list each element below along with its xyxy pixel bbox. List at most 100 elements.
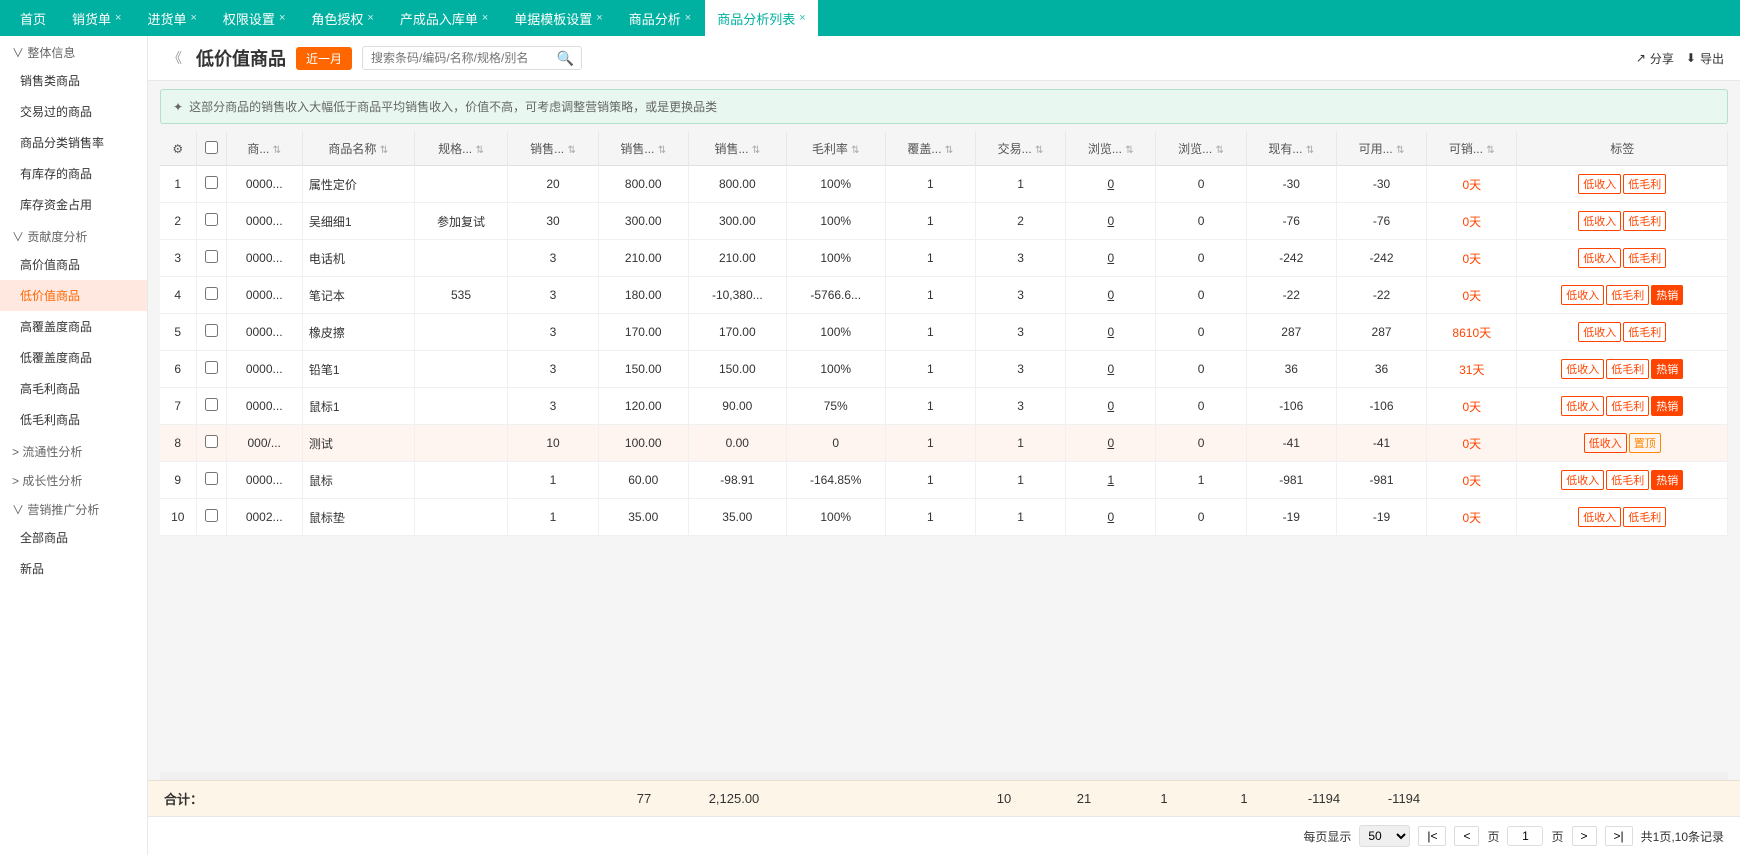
- sidebar-group-circulation[interactable]: > 流通性分析: [0, 435, 147, 464]
- sidebar-item-all-goods[interactable]: 全部商品: [0, 522, 147, 553]
- row-checkbox[interactable]: [196, 462, 226, 499]
- row-name[interactable]: 铅笔1: [302, 351, 414, 388]
- row-col11[interactable]: 0: [1066, 388, 1156, 425]
- col-settings[interactable]: ⚙: [160, 132, 196, 166]
- nav-template-setting[interactable]: 单据模板设置 ×: [502, 0, 614, 36]
- row-select-checkbox[interactable]: [205, 435, 218, 448]
- row-select-checkbox[interactable]: [205, 176, 218, 189]
- row-name[interactable]: 笔记本: [302, 277, 414, 314]
- next-page-btn[interactable]: >: [1572, 826, 1597, 846]
- sidebar-item-traded-goods[interactable]: 交易过的商品: [0, 96, 147, 127]
- nav-product-analysis-list[interactable]: 商品分析列表 ×: [705, 0, 817, 36]
- row-select-checkbox[interactable]: [205, 509, 218, 522]
- data-table-wrapper[interactable]: ⚙ 商... ⇅ 商品名称 ⇅ 规格... ⇅ 销售... ⇅ 销售... ⇅ …: [148, 132, 1740, 772]
- row-select-checkbox[interactable]: [205, 361, 218, 374]
- nav-purchase-order[interactable]: 进货单 ×: [135, 0, 208, 36]
- row-checkbox[interactable]: [196, 166, 226, 203]
- row-select-checkbox[interactable]: [205, 324, 218, 337]
- sidebar-item-high-margin[interactable]: 高毛利商品: [0, 373, 147, 404]
- close-icon[interactable]: ×: [482, 12, 488, 24]
- col-spec-header[interactable]: 规格... ⇅: [414, 132, 508, 166]
- row-name[interactable]: 鼠标: [302, 462, 414, 499]
- row-name[interactable]: 测试: [302, 425, 414, 462]
- sidebar-group-marketing[interactable]: ∨ 营销推广分析: [0, 493, 147, 522]
- col-view1-header[interactable]: 浏览... ⇅: [1066, 132, 1156, 166]
- last-page-btn[interactable]: >|: [1605, 826, 1633, 846]
- col-code-header[interactable]: 商... ⇅: [226, 132, 302, 166]
- sidebar-item-high-value[interactable]: 高价值商品: [0, 249, 147, 280]
- sidebar-item-category-sales[interactable]: 商品分类销售率: [0, 127, 147, 158]
- export-btn[interactable]: ⬇ 导出: [1686, 50, 1724, 67]
- sidebar-item-inventory-funds[interactable]: 库存资金占用: [0, 189, 147, 220]
- row-col11[interactable]: 0: [1066, 425, 1156, 462]
- sidebar-collapse-btn[interactable]: 《: [164, 44, 186, 72]
- nav-permission[interactable]: 权限设置 ×: [211, 0, 297, 36]
- gear-icon[interactable]: ⚙: [172, 142, 183, 156]
- row-name[interactable]: 鼠标1: [302, 388, 414, 425]
- nav-product-warehouse[interactable]: 产成品入库单 ×: [388, 0, 500, 36]
- row-select-checkbox[interactable]: [205, 213, 218, 226]
- close-icon[interactable]: ×: [367, 12, 373, 24]
- sidebar-group-contribution[interactable]: ∨ 贡献度分析: [0, 220, 147, 249]
- col-sale1-header[interactable]: 销售... ⇅: [508, 132, 598, 166]
- row-select-checkbox[interactable]: [205, 472, 218, 485]
- prev-page-btn[interactable]: <: [1454, 826, 1479, 846]
- row-checkbox[interactable]: [196, 351, 226, 388]
- sidebar-item-sales-goods[interactable]: 销售类商品: [0, 65, 147, 96]
- per-page-select[interactable]: 50 100 200: [1359, 825, 1410, 847]
- col-sale3-header[interactable]: 销售... ⇅: [688, 132, 786, 166]
- row-col11[interactable]: 0: [1066, 314, 1156, 351]
- col11-link[interactable]: 0: [1107, 325, 1114, 339]
- row-checkbox[interactable]: [196, 425, 226, 462]
- search-input[interactable]: [362, 46, 582, 70]
- row-select-checkbox[interactable]: [205, 398, 218, 411]
- close-icon[interactable]: ×: [799, 12, 805, 24]
- row-select-checkbox[interactable]: [205, 250, 218, 263]
- nav-home[interactable]: 首页: [8, 0, 58, 36]
- share-btn[interactable]: ↗ 分享: [1636, 50, 1674, 67]
- sidebar-item-high-coverage[interactable]: 高覆盖度商品: [0, 311, 147, 342]
- sidebar-item-low-value[interactable]: 低价值商品: [0, 280, 147, 311]
- col11-link[interactable]: 0: [1107, 436, 1114, 450]
- col11-link[interactable]: 0: [1107, 214, 1114, 228]
- col11-link[interactable]: 0: [1107, 288, 1114, 302]
- sidebar-item-low-margin[interactable]: 低毛利商品: [0, 404, 147, 435]
- select-all-checkbox[interactable]: [205, 141, 218, 154]
- col-current-stock-header[interactable]: 现有... ⇅: [1246, 132, 1336, 166]
- horizontal-scrollbar[interactable]: [160, 772, 1728, 780]
- row-name[interactable]: 橡皮擦: [302, 314, 414, 351]
- col11-link[interactable]: 0: [1107, 177, 1114, 191]
- col11-link[interactable]: 1: [1107, 473, 1114, 487]
- col-margin-header[interactable]: 毛利率 ⇅: [786, 132, 885, 166]
- sidebar-group-overall[interactable]: ∨ 整体信息: [0, 36, 147, 65]
- row-col11[interactable]: 0: [1066, 499, 1156, 536]
- col11-link[interactable]: 0: [1107, 399, 1114, 413]
- filter-recent-month-btn[interactable]: 近一月: [296, 47, 352, 70]
- row-col11[interactable]: 0: [1066, 240, 1156, 277]
- sidebar-group-growth[interactable]: > 成长性分析: [0, 464, 147, 493]
- row-checkbox[interactable]: [196, 240, 226, 277]
- page-input[interactable]: [1507, 826, 1543, 846]
- row-checkbox[interactable]: [196, 314, 226, 351]
- row-name[interactable]: 吴细细1: [302, 203, 414, 240]
- col-trade-header[interactable]: 交易... ⇅: [975, 132, 1065, 166]
- row-col11[interactable]: 0: [1066, 166, 1156, 203]
- nav-product-analysis[interactable]: 商品分析 ×: [617, 0, 703, 36]
- col-name-header[interactable]: 商品名称 ⇅: [302, 132, 414, 166]
- close-icon[interactable]: ×: [279, 12, 285, 24]
- row-checkbox[interactable]: [196, 388, 226, 425]
- close-icon[interactable]: ×: [190, 12, 196, 24]
- col-sale2-header[interactable]: 销售... ⇅: [598, 132, 688, 166]
- col11-link[interactable]: 0: [1107, 362, 1114, 376]
- sidebar-item-low-coverage[interactable]: 低覆盖度商品: [0, 342, 147, 373]
- col11-link[interactable]: 0: [1107, 251, 1114, 265]
- row-name[interactable]: 属性定价: [302, 166, 414, 203]
- row-checkbox[interactable]: [196, 499, 226, 536]
- col11-link[interactable]: 0: [1107, 510, 1114, 524]
- close-icon[interactable]: ×: [115, 12, 121, 24]
- row-col11[interactable]: 0: [1066, 351, 1156, 388]
- row-name[interactable]: 电话机: [302, 240, 414, 277]
- row-col11[interactable]: 0: [1066, 203, 1156, 240]
- row-select-checkbox[interactable]: [205, 287, 218, 300]
- col-available-stock-header[interactable]: 可用... ⇅: [1336, 132, 1426, 166]
